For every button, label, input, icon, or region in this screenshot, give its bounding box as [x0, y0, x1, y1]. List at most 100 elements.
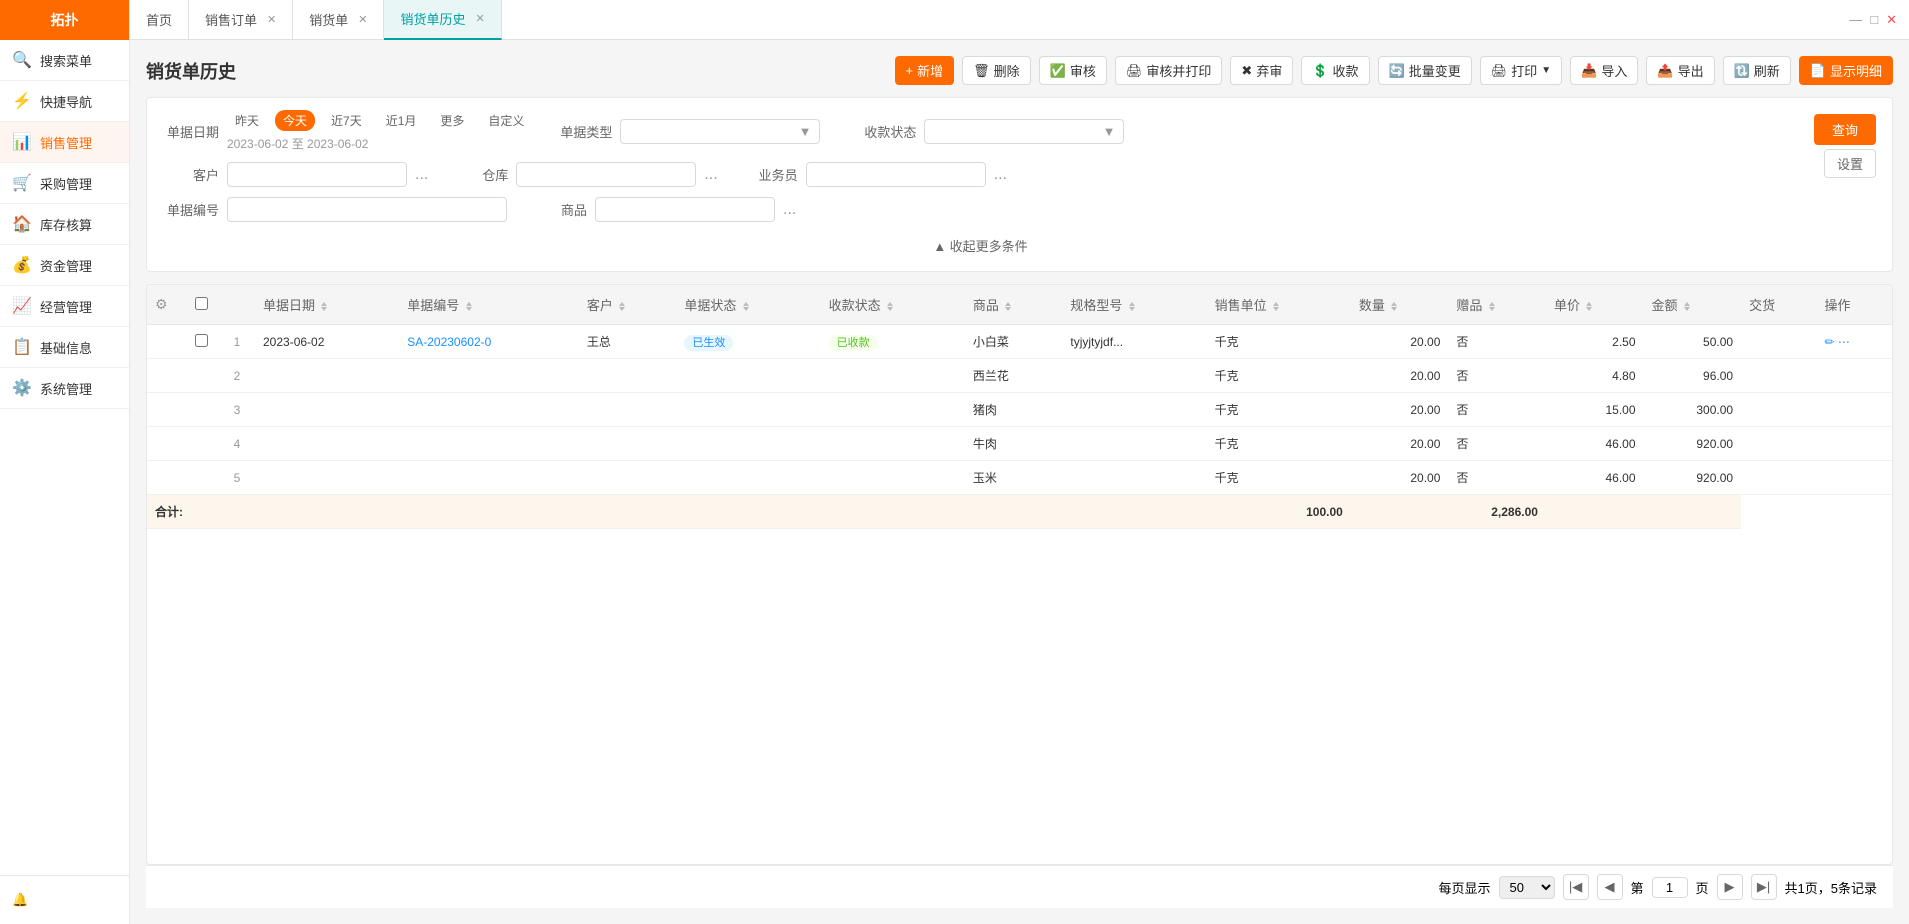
- customer-input[interactable]: [227, 162, 407, 187]
- data-table: ⚙ 单据日期: [147, 285, 1892, 529]
- sort-unit[interactable]: [1273, 302, 1279, 311]
- row-date-cell: [255, 359, 399, 393]
- show-detail-button[interactable]: 📄 显示明细: [1799, 56, 1893, 85]
- tab-sales-history-label: 销货单历史: [400, 9, 465, 28]
- audit-print-button[interactable]: 🖨 审核并打印: [1115, 56, 1223, 85]
- sort-doc-no[interactable]: [466, 302, 472, 311]
- sidebar-item-inventory[interactable]: 🏠 库存核算: [0, 204, 129, 245]
- goods-ellipsis-btn[interactable]: ...: [783, 201, 796, 219]
- date-btn-custom[interactable]: 自定义: [480, 110, 532, 131]
- filter-row-1: 单据日期 昨天 今天 近7天 近1月 更多 自定义: [163, 110, 1798, 152]
- tab-sales-delivery-close[interactable]: ✕: [358, 13, 367, 26]
- gear-button[interactable]: ⚙: [155, 296, 168, 313]
- row-checkbox[interactable]: [195, 334, 208, 347]
- window-close-icon[interactable]: ✕: [1886, 12, 1897, 28]
- sidebar-bottom-item-1[interactable]: 🔔: [0, 884, 129, 916]
- date-btn-yesterday[interactable]: 昨天: [227, 110, 267, 131]
- delete-button[interactable]: 🗑 删除: [962, 56, 1031, 85]
- sidebar-item-search-menu[interactable]: 🔍 搜索菜单: [0, 40, 129, 81]
- window-minimize-icon[interactable]: —: [1849, 12, 1862, 27]
- sidebar-item-sys-mgmt[interactable]: ⚙️ 系统管理: [0, 368, 129, 409]
- refresh-button[interactable]: 🔃 刷新: [1723, 56, 1791, 85]
- row-delivery-cell: [1741, 461, 1816, 495]
- set-button[interactable]: 设置: [1824, 149, 1876, 178]
- tab-home[interactable]: 首页: [130, 0, 189, 40]
- row-price-cell: 15.00: [1546, 393, 1644, 427]
- table-body: 1 2023-06-02 SA-20230602-0 王总 已生效 已收款 小白…: [147, 325, 1892, 495]
- warehouse-ellipsis-btn[interactable]: ...: [704, 166, 717, 184]
- tab-sales-delivery[interactable]: 销货单 ✕: [293, 0, 384, 40]
- col-goods: 商品: [965, 285, 1063, 325]
- next-page-button[interactable]: ▶: [1717, 874, 1743, 900]
- sort-date[interactable]: [321, 302, 327, 311]
- audit-button[interactable]: ✅ 审核: [1039, 56, 1107, 85]
- date-btn-7days[interactable]: 近7天: [323, 110, 370, 131]
- print-button[interactable]: 🖨 打印 ▼: [1480, 56, 1562, 85]
- import-button[interactable]: 📥 导入: [1570, 56, 1638, 85]
- sidebar-item-sales-mgmt[interactable]: 📊 销售管理: [0, 122, 129, 163]
- sort-qty[interactable]: [1391, 302, 1397, 311]
- doc-no-link[interactable]: SA-20230602-0: [407, 335, 491, 349]
- row-gear-cell: [147, 359, 183, 393]
- row-payment-status-cell: [821, 461, 965, 495]
- sidebar-item-quick-nav[interactable]: ⚡ 快捷导航: [0, 81, 129, 122]
- goods-input[interactable]: [595, 197, 775, 222]
- row-spec-cell: [1062, 461, 1206, 495]
- prev-page-button[interactable]: ◀: [1597, 874, 1623, 900]
- add-button[interactable]: + 新增: [895, 56, 955, 85]
- sort-customer[interactable]: [619, 302, 625, 311]
- tab-sales-history-close[interactable]: ✕: [476, 12, 485, 25]
- tab-sales-order-close[interactable]: ✕: [267, 13, 276, 26]
- row-checkbox-cell: [183, 359, 219, 393]
- sidebar-item-operations[interactable]: 📈 经营管理: [0, 286, 129, 327]
- date-section: 昨天 今天 近7天 近1月 更多 自定义 2023-06-02 至 2023-0…: [227, 110, 532, 152]
- window-maximize-icon[interactable]: □: [1870, 12, 1878, 27]
- filter-warehouse: 仓库 ...: [452, 162, 717, 187]
- warehouse-input[interactable]: [516, 162, 696, 187]
- customer-ellipsis-btn[interactable]: ...: [415, 166, 428, 184]
- sort-price[interactable]: [1586, 302, 1592, 311]
- sort-gift[interactable]: [1489, 302, 1495, 311]
- row-goods-cell: 玉米: [965, 461, 1063, 495]
- doc-type-select[interactable]: ▼: [620, 119, 820, 144]
- abandon-button[interactable]: ✖ 弃审: [1230, 56, 1293, 85]
- sidebar-item-purchase-mgmt[interactable]: 🛒 采购管理: [0, 163, 129, 204]
- salesperson-input[interactable]: [806, 162, 986, 187]
- sort-doc-status[interactable]: [743, 302, 749, 311]
- filter-doc-type: 单据类型 ▼: [556, 119, 836, 144]
- date-btn-today[interactable]: 今天: [275, 110, 315, 131]
- select-all-checkbox[interactable]: [195, 297, 208, 310]
- page-size-select[interactable]: 50 100 200: [1499, 876, 1555, 899]
- tab-sales-history[interactable]: 销货单历史 ✕: [384, 0, 501, 40]
- doc-no-input[interactable]: [227, 197, 507, 222]
- last-page-button[interactable]: ▶|: [1751, 874, 1777, 900]
- edit-action[interactable]: ✏: [1824, 335, 1834, 349]
- first-page-button[interactable]: |◀: [1563, 874, 1589, 900]
- more-action[interactable]: ⋯: [1838, 335, 1850, 349]
- payment-status-select[interactable]: ▼: [924, 119, 1124, 144]
- date-btn-1month[interactable]: 近1月: [378, 110, 425, 131]
- sidebar-item-finance[interactable]: 💰 资金管理: [0, 245, 129, 286]
- sort-amount[interactable]: [1684, 302, 1690, 311]
- row-unit-cell: 千克: [1207, 427, 1351, 461]
- collect-button[interactable]: 💲 收款: [1301, 56, 1369, 85]
- sort-payment-status[interactable]: [887, 302, 893, 311]
- sort-spec[interactable]: [1129, 302, 1135, 311]
- row-checkbox-cell: [183, 325, 219, 359]
- total-empty-cell: [1546, 495, 1741, 529]
- salesperson-ellipsis-btn[interactable]: ...: [994, 166, 1007, 184]
- print-label: 打印: [1511, 61, 1537, 80]
- page-number-input[interactable]: 1: [1652, 877, 1688, 898]
- filter-customer: 客户 ...: [163, 162, 428, 187]
- sidebar-item-basic-info[interactable]: 📋 基础信息: [0, 327, 129, 368]
- query-button[interactable]: 查询: [1814, 114, 1876, 145]
- export-button[interactable]: 📤 导出: [1646, 56, 1714, 85]
- row-doc-status-cell: [676, 393, 820, 427]
- total-amount-cell: 2,286.00: [1351, 495, 1546, 529]
- sort-goods[interactable]: [1005, 302, 1011, 311]
- tab-sales-order[interactable]: 销售订单 ✕: [189, 0, 293, 40]
- row-doc-no-cell: [399, 359, 579, 393]
- date-btn-more[interactable]: 更多: [432, 110, 472, 131]
- collapse-row[interactable]: ▲ 收起更多条件: [163, 232, 1798, 259]
- batch-change-button[interactable]: 🔄 批量变更: [1378, 56, 1472, 85]
